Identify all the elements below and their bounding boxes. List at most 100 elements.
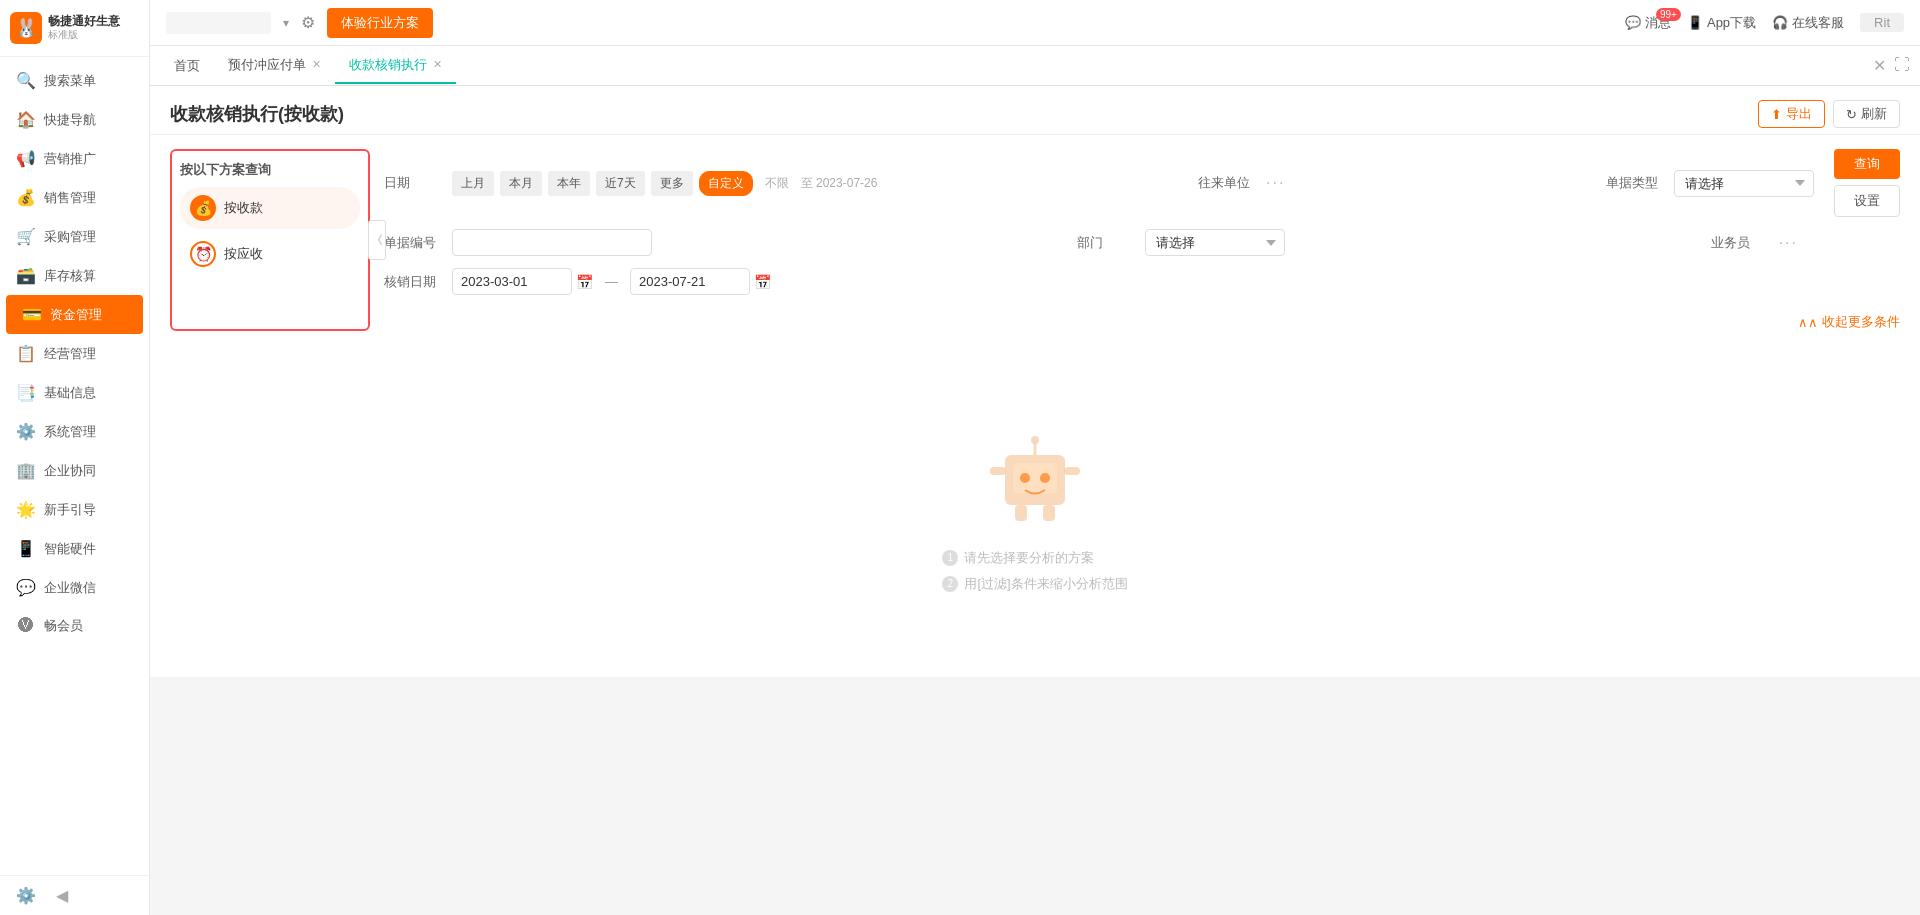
app-download-label: App下载 bbox=[1707, 14, 1756, 32]
date-last-month-button[interactable]: 上月 bbox=[452, 171, 494, 196]
counterpart-ellipsis-icon[interactable]: ··· bbox=[1266, 174, 1285, 192]
dept-select[interactable]: 请选择 bbox=[1145, 229, 1285, 256]
collapse-more-button[interactable]: ∧∧ 收起更多条件 bbox=[384, 307, 1900, 331]
svg-rect-5 bbox=[1064, 467, 1080, 475]
sidebar-item-sales[interactable]: 💰 销售管理 bbox=[0, 178, 149, 217]
tab-receipt-writeoff[interactable]: 收款核销执行 ✕ bbox=[335, 48, 456, 84]
tab-prepay[interactable]: 预付冲应付单 ✕ bbox=[214, 48, 335, 84]
sidebar-item-purchase[interactable]: 🛒 采购管理 bbox=[0, 217, 149, 256]
sidebar-item-enterprise[interactable]: 🏢 企业协同 bbox=[0, 451, 149, 490]
tab-home[interactable]: 首页 bbox=[160, 49, 214, 83]
sidebar-item-member[interactable]: 🅥 畅会员 bbox=[0, 607, 149, 645]
sidebar-item-label: 搜索菜单 bbox=[44, 72, 96, 90]
setting-button[interactable]: 设置 bbox=[1834, 185, 1900, 217]
sidebar-item-system[interactable]: ⚙️ 系统管理 bbox=[0, 412, 149, 451]
online-service-button[interactable]: 🎧 在线客服 bbox=[1772, 14, 1844, 32]
filter-option-by-receipt[interactable]: 💰 按收款 bbox=[180, 187, 360, 229]
doc-type-select[interactable]: 请选择 bbox=[1674, 170, 1814, 197]
settings-icon[interactable]: ⚙️ bbox=[16, 886, 36, 905]
query-button[interactable]: 查询 bbox=[1834, 149, 1900, 179]
message-button[interactable]: 💬 消息 99+ bbox=[1625, 14, 1671, 32]
filter-sidebar-collapse-button[interactable]: 《 bbox=[368, 220, 386, 260]
filter-main: 日期 上月 本月 本年 近7天 更多 自定义 不限 至 2023-07-26 bbox=[384, 149, 1900, 331]
date-custom-button[interactable]: 自定义 bbox=[699, 171, 753, 196]
topbar-gear-icon[interactable]: ⚙ bbox=[301, 13, 315, 32]
main-area: ▾ ⚙ 体验行业方案 💬 消息 99+ 📱 App下载 🎧 在线客服 Rit 首… bbox=[150, 0, 1920, 915]
online-service-label: 在线客服 bbox=[1792, 14, 1844, 32]
tip-text-1: 请先选择要分析的方案 bbox=[964, 545, 1094, 571]
filter-option-by-receivable[interactable]: ⏰ 按应收 bbox=[180, 233, 360, 275]
marketing-icon: 📢 bbox=[16, 149, 36, 168]
export-button[interactable]: ⬆ 导出 bbox=[1758, 100, 1825, 128]
doc-type-label: 单据类型 bbox=[1606, 174, 1662, 192]
svg-point-2 bbox=[1020, 473, 1030, 483]
content-area: 收款核销执行(按收款) ⬆ 导出 ↻ 刷新 按以下方案查询 bbox=[150, 86, 1920, 915]
collapse-up-icon: ∧∧ bbox=[1798, 315, 1818, 330]
sidebar-nav: 🔍 搜索菜单 🏠 快捷导航 📢 营销推广 💰 销售管理 🛒 采购管理 🗃️ 库存… bbox=[0, 57, 149, 875]
sidebar-item-label: 企业微信 bbox=[44, 579, 96, 597]
calendar-end-icon[interactable]: 📅 bbox=[754, 274, 771, 290]
sales-icon: 💰 bbox=[16, 188, 36, 207]
sidebar-item-basic[interactable]: 📑 基础信息 bbox=[0, 373, 149, 412]
app-version: 标准版 bbox=[48, 28, 120, 42]
workspace-arrow-icon[interactable]: ▾ bbox=[283, 16, 289, 30]
workspace-label bbox=[166, 12, 271, 34]
date-7days-button[interactable]: 近7天 bbox=[596, 171, 645, 196]
staff-ellipsis-icon[interactable]: ··· bbox=[1779, 234, 1798, 252]
tab-close-active-icon[interactable]: ✕ bbox=[433, 58, 442, 71]
sidebar-item-label: 畅会员 bbox=[44, 617, 83, 635]
svg-rect-1 bbox=[1013, 463, 1057, 493]
by-receipt-icon: 💰 bbox=[190, 195, 216, 221]
sidebar-item-label: 经营管理 bbox=[44, 345, 96, 363]
staff-label: 业务员 bbox=[1711, 234, 1767, 252]
date-to-text: 至 2023-07-26 bbox=[801, 175, 878, 192]
filter-sidebar-title: 按以下方案查询 bbox=[180, 161, 360, 179]
page-wrapper: 收款核销执行(按收款) ⬆ 导出 ↻ 刷新 按以下方案查询 bbox=[150, 86, 1920, 677]
refresh-button[interactable]: ↻ 刷新 bbox=[1833, 100, 1900, 128]
page-title: 收款核销执行(按收款) bbox=[170, 102, 344, 126]
sidebar-item-wechat[interactable]: 💬 企业微信 bbox=[0, 568, 149, 607]
sidebar-item-hardware[interactable]: 📱 智能硬件 bbox=[0, 529, 149, 568]
sidebar-item-guide[interactable]: 🌟 新手引导 bbox=[0, 490, 149, 529]
sidebar-item-finance[interactable]: 💳 资金管理 bbox=[6, 295, 143, 334]
empty-tips: 1 请先选择要分析的方案 2 用[过滤]条件来缩小分析范围 bbox=[942, 545, 1127, 597]
page-header: 收款核销执行(按收款) ⬆ 导出 ↻ 刷新 bbox=[150, 86, 1920, 135]
sidebar-item-label: 销售管理 bbox=[44, 189, 96, 207]
date-no-limit-text: 不限 bbox=[765, 175, 789, 192]
home-icon: 🏠 bbox=[16, 110, 36, 129]
tab-close-icon[interactable]: ✕ bbox=[312, 58, 321, 71]
doc-no-label: 单据编号 bbox=[384, 234, 440, 252]
sidebar-item-quick-nav[interactable]: 🏠 快捷导航 bbox=[0, 100, 149, 139]
sidebar-item-ops[interactable]: 📋 经营管理 bbox=[0, 334, 149, 373]
counterpart-label: 往来单位 bbox=[1198, 174, 1254, 192]
date-more-button[interactable]: 更多 bbox=[651, 171, 693, 196]
doc-no-input[interactable] bbox=[452, 229, 652, 256]
app-icon: 📱 bbox=[1687, 15, 1703, 30]
expand-icon[interactable]: ⛶ bbox=[1894, 56, 1910, 75]
collapse-sidebar-icon[interactable]: ◀ bbox=[56, 886, 68, 905]
industry-solution-button[interactable]: 体验行业方案 bbox=[327, 8, 433, 38]
sidebar-item-marketing[interactable]: 📢 营销推广 bbox=[0, 139, 149, 178]
writeoff-date-start-input[interactable] bbox=[452, 268, 572, 295]
tab-label: 收款核销执行 bbox=[349, 56, 427, 74]
close-tab-icon[interactable]: ✕ bbox=[1873, 56, 1886, 75]
sidebar-item-label: 快捷导航 bbox=[44, 111, 96, 129]
sidebar-item-label: 基础信息 bbox=[44, 384, 96, 402]
sidebar-item-label: 采购管理 bbox=[44, 228, 96, 246]
hardware-icon: 📱 bbox=[16, 539, 36, 558]
filter-row-1: 日期 上月 本月 本年 近7天 更多 自定义 不限 至 2023-07-26 bbox=[384, 149, 1900, 217]
date-this-year-button[interactable]: 本年 bbox=[548, 171, 590, 196]
user-info[interactable]: Rit bbox=[1860, 13, 1904, 32]
sidebar-item-search[interactable]: 🔍 搜索菜单 bbox=[0, 61, 149, 100]
app-download-button[interactable]: 📱 App下载 bbox=[1687, 14, 1756, 32]
ops-icon: 📋 bbox=[16, 344, 36, 363]
tabbar: 首页 预付冲应付单 ✕ 收款核销执行 ✕ ✕ ⛶ bbox=[150, 46, 1920, 86]
sidebar-bottom: ⚙️ ◀ bbox=[0, 875, 149, 915]
sidebar-item-inventory[interactable]: 🗃️ 库存核算 bbox=[0, 256, 149, 295]
tip-text-2: 用[过滤]条件来缩小分析范围 bbox=[964, 571, 1127, 597]
guide-icon: 🌟 bbox=[16, 500, 36, 519]
basic-icon: 📑 bbox=[16, 383, 36, 402]
calendar-start-icon[interactable]: 📅 bbox=[576, 274, 593, 290]
date-this-month-button[interactable]: 本月 bbox=[500, 171, 542, 196]
writeoff-date-end-input[interactable] bbox=[630, 268, 750, 295]
